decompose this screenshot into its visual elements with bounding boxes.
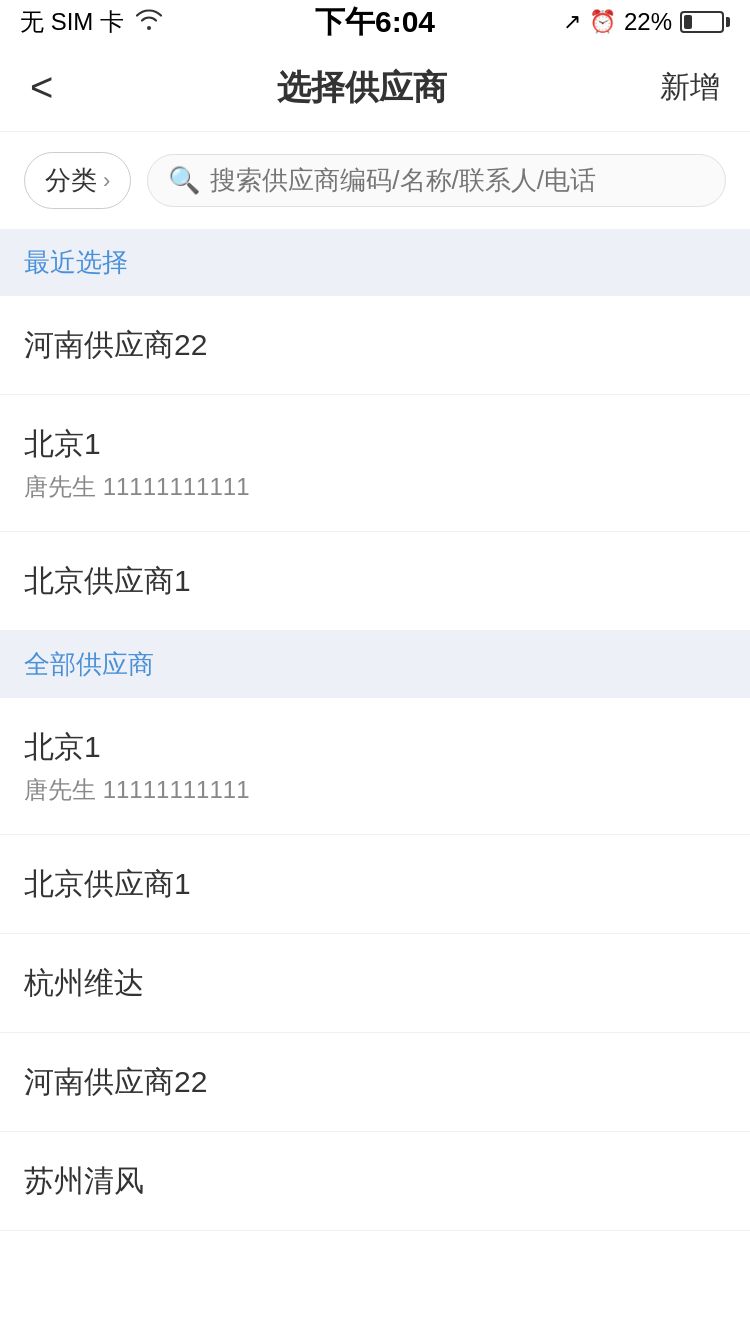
add-button[interactable]: 新增: [660, 67, 720, 108]
carrier-label: 无 SIM 卡: [20, 6, 124, 38]
search-icon: 🔍: [168, 165, 200, 196]
battery-percent: 22%: [624, 8, 672, 36]
list-item[interactable]: 河南供应商22: [0, 1033, 750, 1132]
section-header-all: 全部供应商: [0, 631, 750, 698]
list-item[interactable]: 杭州维达: [0, 934, 750, 1033]
item-name: 北京供应商1: [24, 560, 726, 602]
category-label: 分类: [45, 163, 97, 198]
section-header-recent: 最近选择: [0, 229, 750, 296]
item-sub: 唐先生 11111111111: [24, 774, 726, 806]
wifi-icon: [134, 8, 164, 36]
item-name: 苏州清风: [24, 1160, 726, 1202]
page-title: 选择供应商: [277, 65, 447, 111]
item-name: 北京供应商1: [24, 863, 726, 905]
battery-icon: [680, 11, 730, 33]
list-item[interactable]: 苏州清风: [0, 1132, 750, 1231]
item-name: 北京1: [24, 726, 726, 768]
status-bar: 无 SIM 卡 下午6:04 ↗ ⏰ 22%: [0, 0, 750, 44]
supplier-list: 最近选择河南供应商22 北京1 唐先生 11111111111 北京供应商1 全部供应商…: [0, 229, 750, 1231]
item-name: 杭州维达: [24, 962, 726, 1004]
list-item[interactable]: 北京1 唐先生 11111111111: [0, 698, 750, 835]
list-item[interactable]: 北京供应商1: [0, 835, 750, 934]
status-left: 无 SIM 卡: [20, 6, 164, 38]
list-item[interactable]: 北京供应商1: [0, 532, 750, 631]
item-name: 河南供应商22: [24, 1061, 726, 1103]
location-icon: ↗: [563, 9, 581, 35]
item-name: 北京1: [24, 423, 726, 465]
list-item[interactable]: 北京1 唐先生 11111111111: [0, 395, 750, 532]
search-box: 🔍: [147, 154, 726, 207]
search-input[interactable]: [210, 165, 705, 196]
item-sub: 唐先生 11111111111: [24, 471, 726, 503]
alarm-icon: ⏰: [589, 9, 616, 35]
list-item[interactable]: 河南供应商22: [0, 296, 750, 395]
item-name: 河南供应商22: [24, 324, 726, 366]
back-button[interactable]: <: [20, 55, 63, 120]
status-time: 下午6:04: [315, 2, 435, 43]
nav-bar: < 选择供应商 新增: [0, 44, 750, 132]
category-button[interactable]: 分类 ›: [24, 152, 131, 209]
status-right: ↗ ⏰ 22%: [563, 8, 730, 36]
filter-bar: 分类 › 🔍: [0, 132, 750, 229]
chevron-right-icon: ›: [103, 168, 110, 194]
